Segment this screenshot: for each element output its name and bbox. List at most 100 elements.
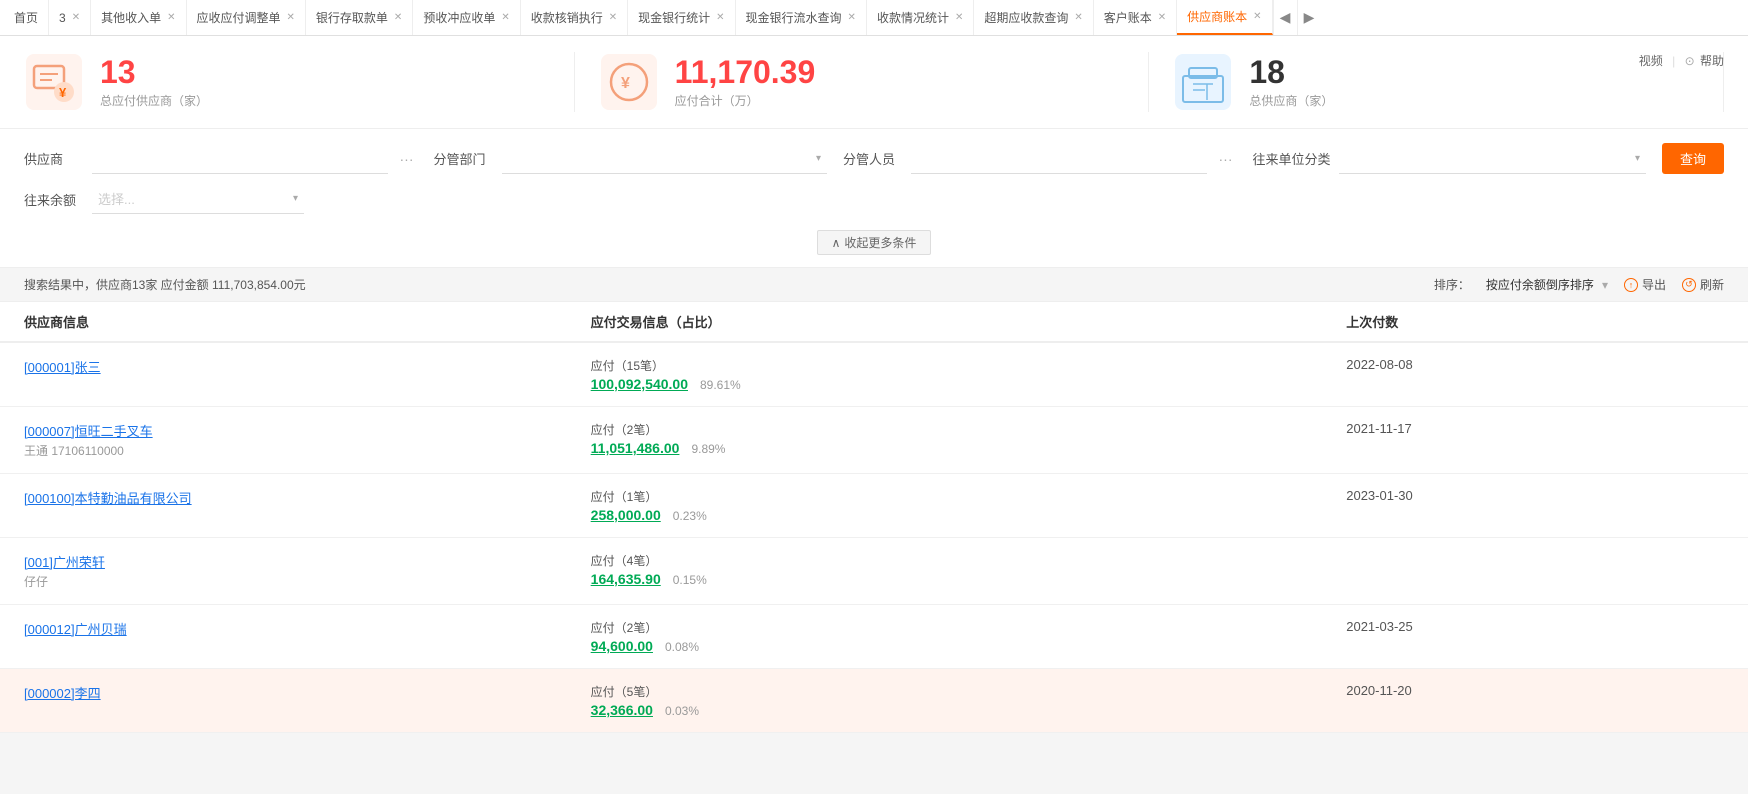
- person-input[interactable]: [911, 144, 1207, 174]
- lastpay-cell: 2021-11-17: [1346, 421, 1724, 436]
- close-icon[interactable]: ✕: [394, 12, 402, 23]
- trans-amount-row: 100,092,540.00 89.61%: [591, 374, 1347, 392]
- nav-tab-3[interactable]: 3 ✕: [49, 0, 91, 35]
- total-ap-icon: ¥: [599, 52, 659, 112]
- trans-amount[interactable]: 258,000.00: [591, 507, 661, 523]
- nav-tab-ar-ap-adjust[interactable]: 应收应付调整单 ✕: [187, 0, 306, 35]
- export-button[interactable]: ↑ 导出: [1624, 276, 1666, 293]
- supplier-info-cell: [000001]张三: [24, 357, 591, 376]
- supplier-link[interactable]: [000001]张三: [24, 360, 101, 375]
- sort-select[interactable]: 按应付余额倒序排序 ▾: [1486, 276, 1608, 293]
- table-body: [000001]张三 应付（15笔） 100,092,540.00 89.61%…: [0, 343, 1748, 733]
- summary-item-ap-suppliers: ¥ 13 总应付供应商（家）: [24, 52, 575, 112]
- supplier-info-cell: [000007]恒旺二手叉车 王通 17106110000: [24, 421, 591, 459]
- supplier-info-cell: [000012]广州贝瑞: [24, 619, 591, 638]
- trans-label: 应付（15笔）: [591, 357, 1347, 374]
- lastpay-cell: 2022-08-08: [1346, 357, 1724, 372]
- total-supplier-icon: [1173, 52, 1233, 112]
- nav-tab-home[interactable]: 首页: [4, 0, 49, 35]
- nav-prev-arrow[interactable]: ◀: [1273, 0, 1297, 35]
- supplier-info-cell: [000002]李四: [24, 683, 591, 702]
- nav-tab-cash-bank-stat-label: 现金银行统计: [638, 9, 710, 26]
- svg-text:¥: ¥: [59, 85, 67, 100]
- nav-tab-overdue-ar[interactable]: 超期应收款查询 ✕: [974, 0, 1093, 35]
- nav-tab-receipt-verify[interactable]: 收款核销执行 ✕: [521, 0, 628, 35]
- close-icon[interactable]: ✕: [501, 12, 509, 23]
- close-icon[interactable]: ✕: [609, 12, 617, 23]
- close-icon[interactable]: ✕: [167, 12, 175, 23]
- nav-next-arrow[interactable]: ▶: [1297, 0, 1321, 35]
- chevron-down-icon: ▾: [1635, 153, 1640, 164]
- nav-tab-cash-bank-stat[interactable]: 现金银行统计 ✕: [628, 0, 735, 35]
- trans-amount[interactable]: 164,635.90: [591, 571, 661, 587]
- summary-bar: ¥ 13 总应付供应商（家） ¥ 11,170.39 应付合计（万）: [0, 36, 1748, 129]
- close-icon[interactable]: ✕: [1158, 12, 1166, 23]
- department-filter-label: 分管部门: [434, 149, 494, 168]
- department-select[interactable]: ▾: [502, 144, 828, 174]
- table-row: [000012]广州贝瑞 应付（2笔） 94,600.00 0.08% 2021…: [0, 605, 1748, 669]
- person-dots-button[interactable]: ···: [1215, 151, 1237, 167]
- trans-amount[interactable]: 32,366.00: [591, 702, 653, 718]
- balance-placeholder: 选择...: [98, 189, 135, 208]
- trans-label: 应付（5笔）: [591, 683, 1347, 700]
- summary-text-ap-suppliers: 13 总应付供应商（家）: [100, 56, 208, 109]
- lastpay-date: 2022-08-08: [1346, 357, 1413, 372]
- close-icon[interactable]: ✕: [848, 12, 856, 23]
- supplier-info-cell: [000100]本特勤油品有限公司: [24, 488, 591, 507]
- transaction-cell: 应付（15笔） 100,092,540.00 89.61%: [591, 357, 1347, 392]
- total-ap-number: 11,170.39: [675, 56, 816, 88]
- nav-tab-other-income[interactable]: 其他收入单 ✕: [91, 0, 186, 35]
- supplier-link[interactable]: [001]广州荣轩: [24, 555, 105, 570]
- close-icon[interactable]: ✕: [1074, 12, 1082, 23]
- transaction-cell: 应付（2笔） 11,051,486.00 9.89%: [591, 421, 1347, 456]
- top-right-links: 视频 | ⊙ 帮助: [1639, 52, 1724, 69]
- ap-suppliers-label: 总应付供应商（家）: [100, 92, 208, 109]
- supplier-input[interactable]: [92, 144, 388, 174]
- balance-select[interactable]: 选择... ▾: [92, 184, 304, 214]
- results-bar: 搜索结果中，供应商13家 应付金额 111,703,854.00元 排序： 按应…: [0, 268, 1748, 302]
- supplier-link[interactable]: [000012]广州贝瑞: [24, 622, 127, 637]
- supplier-filter-label: 供应商: [24, 149, 84, 168]
- nav-tab-3-label: 3: [59, 11, 66, 25]
- nav-tab-supplier-ledger[interactable]: 供应商账本 ✕: [1177, 0, 1272, 35]
- nav-tab-prepay-ar[interactable]: 预收冲应收单 ✕: [413, 0, 520, 35]
- filter-item-balance: 往来余额 选择... ▾: [24, 184, 304, 214]
- collapse-button[interactable]: ∧ 收起更多条件: [817, 230, 932, 255]
- table-row: [000001]张三 应付（15笔） 100,092,540.00 89.61%…: [0, 343, 1748, 407]
- results-right: 排序： 按应付余额倒序排序 ▾ ↑ 导出 ↺ 刷新: [1434, 276, 1724, 293]
- supplier-link[interactable]: [000100]本特勤油品有限公司: [24, 491, 192, 506]
- supplier-pay-icon: ¥: [24, 52, 84, 112]
- close-icon[interactable]: ✕: [1253, 11, 1261, 22]
- trans-amount-row: 11,051,486.00 9.89%: [591, 438, 1347, 456]
- unit-class-select[interactable]: ▾: [1339, 144, 1646, 174]
- supplier-link[interactable]: [000007]恒旺二手叉车: [24, 424, 153, 439]
- nav-tab-receipt-stat[interactable]: 收款情况统计 ✕: [867, 0, 974, 35]
- lastpay-date: 2021-03-25: [1346, 619, 1413, 634]
- nav-tab-bank-deposit[interactable]: 银行存取款单 ✕: [306, 0, 413, 35]
- trans-amount-row: 32,366.00 0.03%: [591, 700, 1347, 718]
- supplier-dots-button[interactable]: ···: [396, 151, 418, 167]
- filter-item-unit-class: 往来单位分类 ▾: [1253, 144, 1647, 174]
- nav-tab-customer-ledger[interactable]: 客户账本 ✕: [1094, 0, 1177, 35]
- query-button[interactable]: 查询: [1662, 143, 1724, 174]
- trans-amount[interactable]: 11,051,486.00: [591, 440, 680, 456]
- nav-tab-cash-bank-flow[interactable]: 现金银行流水查询 ✕: [736, 0, 867, 35]
- table-row: [000002]李四 应付（5笔） 32,366.00 0.03% 2020-1…: [0, 669, 1748, 733]
- supplier-link[interactable]: [000002]李四: [24, 686, 101, 701]
- nav-tab-other-income-label: 其他收入单: [101, 9, 161, 26]
- nav-tab-receipt-verify-label: 收款核销执行: [531, 9, 603, 26]
- table-row: [001]广州荣轩 仔仔 应付（4笔） 164,635.90 0.15%: [0, 538, 1748, 605]
- trans-amount[interactable]: 94,600.00: [591, 638, 653, 654]
- help-link[interactable]: ⊙ 帮助: [1685, 54, 1724, 68]
- trans-pct: 0.15%: [673, 573, 707, 587]
- close-icon[interactable]: ✕: [72, 12, 80, 23]
- trans-amount[interactable]: 100,092,540.00: [591, 376, 688, 392]
- trans-pct: 0.08%: [665, 640, 699, 654]
- video-link[interactable]: 视频: [1639, 54, 1663, 68]
- close-icon[interactable]: ✕: [716, 12, 724, 23]
- sort-label: 排序：: [1434, 276, 1470, 293]
- nav-tab-cash-bank-flow-label: 现金银行流水查询: [746, 9, 842, 26]
- close-icon[interactable]: ✕: [287, 12, 295, 23]
- close-icon[interactable]: ✕: [955, 12, 963, 23]
- refresh-button[interactable]: ↺ 刷新: [1682, 276, 1724, 293]
